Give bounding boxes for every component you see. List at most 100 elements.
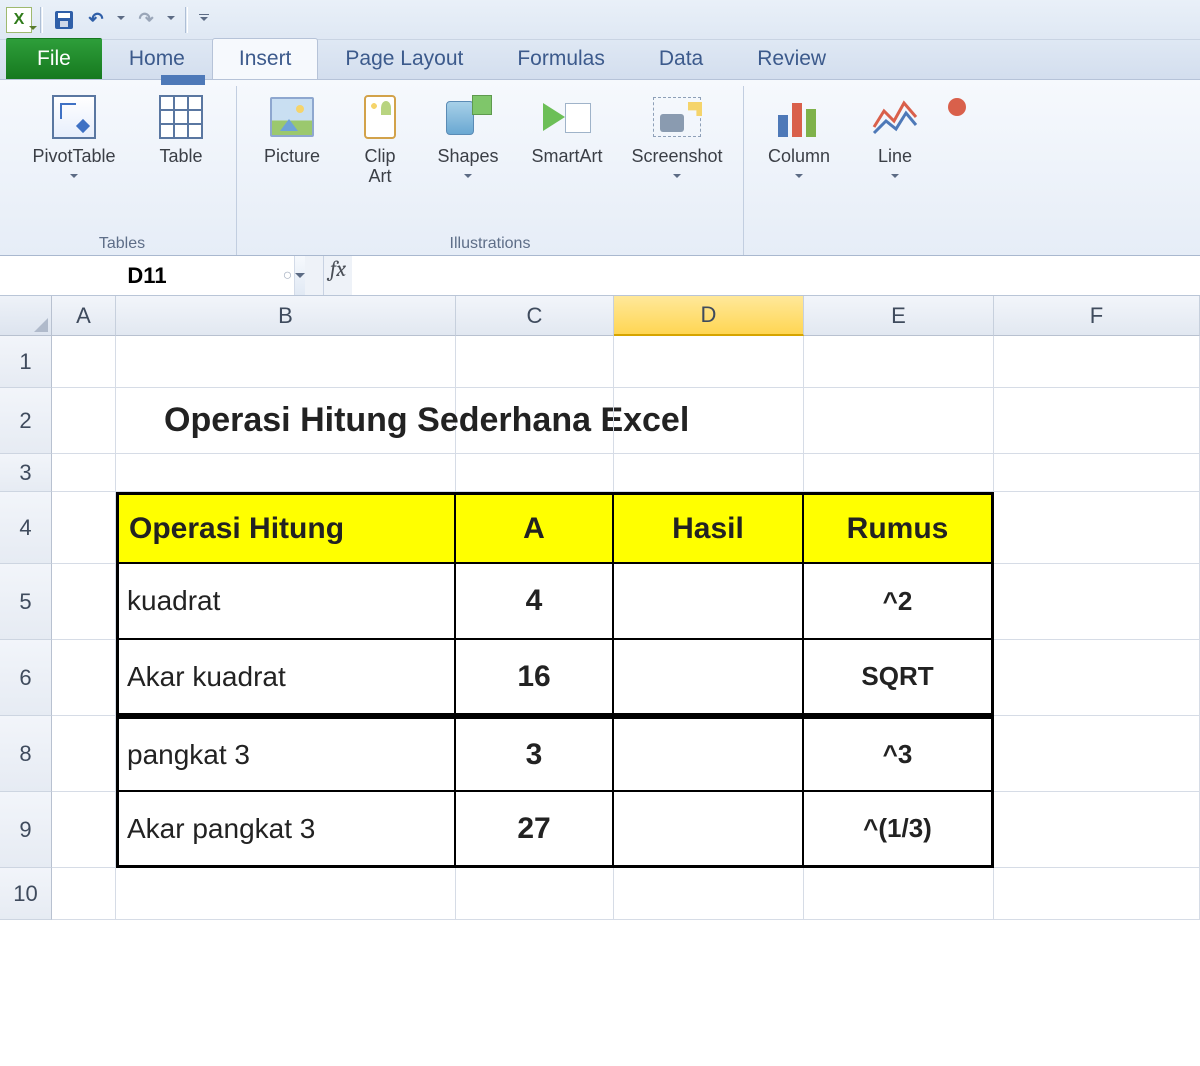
name-box[interactable]: [0, 256, 252, 295]
row-header[interactable]: 10: [0, 868, 52, 920]
cell[interactable]: [804, 868, 994, 920]
row-header[interactable]: 1: [0, 336, 52, 388]
smartart-button[interactable]: SmartArt: [521, 86, 613, 192]
cell[interactable]: [994, 564, 1200, 640]
table-cell-a[interactable]: 3: [456, 716, 614, 792]
cell[interactable]: [614, 868, 804, 920]
cell[interactable]: [994, 868, 1200, 920]
tab-formulas[interactable]: Formulas: [490, 38, 632, 79]
tab-page-layout[interactable]: Page Layout: [318, 38, 490, 79]
picture-button[interactable]: Picture: [249, 86, 335, 192]
formula-input[interactable]: [352, 256, 1200, 295]
table-cell-a[interactable]: 16: [456, 640, 614, 716]
cell[interactable]: [116, 868, 456, 920]
table-cell-hasil[interactable]: [614, 564, 804, 640]
worksheet-grid[interactable]: A B C D E F 1 2 Operasi Hitung Sederhana…: [0, 296, 1200, 920]
cell[interactable]: [52, 336, 116, 388]
col-header-C[interactable]: C: [456, 296, 614, 336]
save-icon: [55, 11, 73, 29]
line-chart-button[interactable]: Line: [852, 86, 938, 192]
row-header[interactable]: 5: [0, 564, 52, 640]
cell[interactable]: [994, 492, 1200, 564]
table-cell-hasil[interactable]: [614, 716, 804, 792]
cell[interactable]: [52, 640, 116, 716]
cell[interactable]: [116, 454, 456, 492]
customize-qat-button[interactable]: [196, 14, 212, 25]
redo-dropdown[interactable]: [165, 7, 177, 33]
col-header-D[interactable]: D: [614, 296, 804, 336]
undo-button[interactable]: ↶: [83, 7, 109, 33]
tab-data[interactable]: Data: [632, 38, 730, 79]
cell[interactable]: [994, 336, 1200, 388]
cell[interactable]: [52, 454, 116, 492]
cell[interactable]: [52, 868, 116, 920]
cell[interactable]: [614, 336, 804, 388]
table-cell-op[interactable]: Akar pangkat 3: [116, 792, 456, 868]
cell-title[interactable]: Operasi Hitung Sederhana Excel: [116, 388, 456, 454]
pivottable-button[interactable]: PivotTable: [20, 86, 128, 192]
tab-review[interactable]: Review: [730, 38, 853, 79]
table-cell-rumus[interactable]: ^2: [804, 564, 994, 640]
column-chart-button[interactable]: Column: [756, 86, 842, 192]
table-header-a[interactable]: A: [456, 492, 614, 564]
undo-dropdown[interactable]: [115, 7, 127, 33]
table-cell-rumus[interactable]: ^(1/3): [804, 792, 994, 868]
row-header[interactable]: 8: [0, 716, 52, 792]
col-header-F[interactable]: F: [994, 296, 1200, 336]
clipart-button[interactable]: Clip Art: [345, 86, 415, 192]
table-cell-rumus[interactable]: SQRT: [804, 640, 994, 716]
cell[interactable]: [456, 388, 614, 454]
select-all-corner[interactable]: [0, 296, 52, 336]
cell[interactable]: [804, 454, 994, 492]
table-header-hasil[interactable]: Hasil: [614, 492, 804, 564]
cell[interactable]: [52, 564, 116, 640]
row-header[interactable]: 9: [0, 792, 52, 868]
table-cell-rumus[interactable]: ^3: [804, 716, 994, 792]
cell[interactable]: [52, 716, 116, 792]
cell[interactable]: [994, 454, 1200, 492]
row-header[interactable]: 3: [0, 454, 52, 492]
table-cell-a[interactable]: 4: [456, 564, 614, 640]
tab-home[interactable]: Home: [102, 38, 212, 79]
tab-file[interactable]: File: [6, 38, 102, 79]
cell[interactable]: [456, 868, 614, 920]
cell[interactable]: [804, 388, 994, 454]
cell[interactable]: [804, 336, 994, 388]
cell[interactable]: [116, 336, 456, 388]
row-header[interactable]: 2: [0, 388, 52, 454]
cell[interactable]: [614, 454, 804, 492]
table-header-rumus[interactable]: Rumus: [804, 492, 994, 564]
row-header[interactable]: 6: [0, 640, 52, 716]
cell[interactable]: [994, 716, 1200, 792]
table-cell-op[interactable]: kuadrat: [116, 564, 456, 640]
cell[interactable]: [994, 792, 1200, 868]
name-box-input[interactable]: [0, 256, 294, 295]
table-cell-hasil[interactable]: [614, 640, 804, 716]
tab-insert[interactable]: Insert: [212, 38, 319, 79]
row-header[interactable]: 4: [0, 492, 52, 564]
cell[interactable]: [456, 336, 614, 388]
col-header-E[interactable]: E: [804, 296, 994, 336]
table-cell-op[interactable]: pangkat 3: [116, 716, 456, 792]
insert-function-button[interactable]: fx: [324, 256, 352, 295]
table-cell-a[interactable]: 27: [456, 792, 614, 868]
cell[interactable]: [614, 388, 804, 454]
table-header-op[interactable]: Operasi Hitung: [116, 492, 456, 564]
cell[interactable]: [994, 388, 1200, 454]
redo-button[interactable]: ↷: [133, 7, 159, 33]
save-button[interactable]: [51, 7, 77, 33]
cell[interactable]: [52, 388, 116, 454]
cell[interactable]: [52, 792, 116, 868]
line-chart-icon: [872, 97, 918, 137]
col-header-B[interactable]: B: [116, 296, 456, 336]
table-cell-hasil[interactable]: [614, 792, 804, 868]
screenshot-button[interactable]: Screenshot: [623, 86, 731, 192]
cell[interactable]: [52, 492, 116, 564]
col-header-A[interactable]: A: [52, 296, 116, 336]
cell[interactable]: [456, 454, 614, 492]
cell[interactable]: [994, 640, 1200, 716]
table-button[interactable]: Table: [138, 86, 224, 192]
shapes-button[interactable]: Shapes: [425, 86, 511, 192]
excel-app-icon[interactable]: X: [6, 7, 32, 33]
table-cell-op[interactable]: Akar kuadrat: [116, 640, 456, 716]
